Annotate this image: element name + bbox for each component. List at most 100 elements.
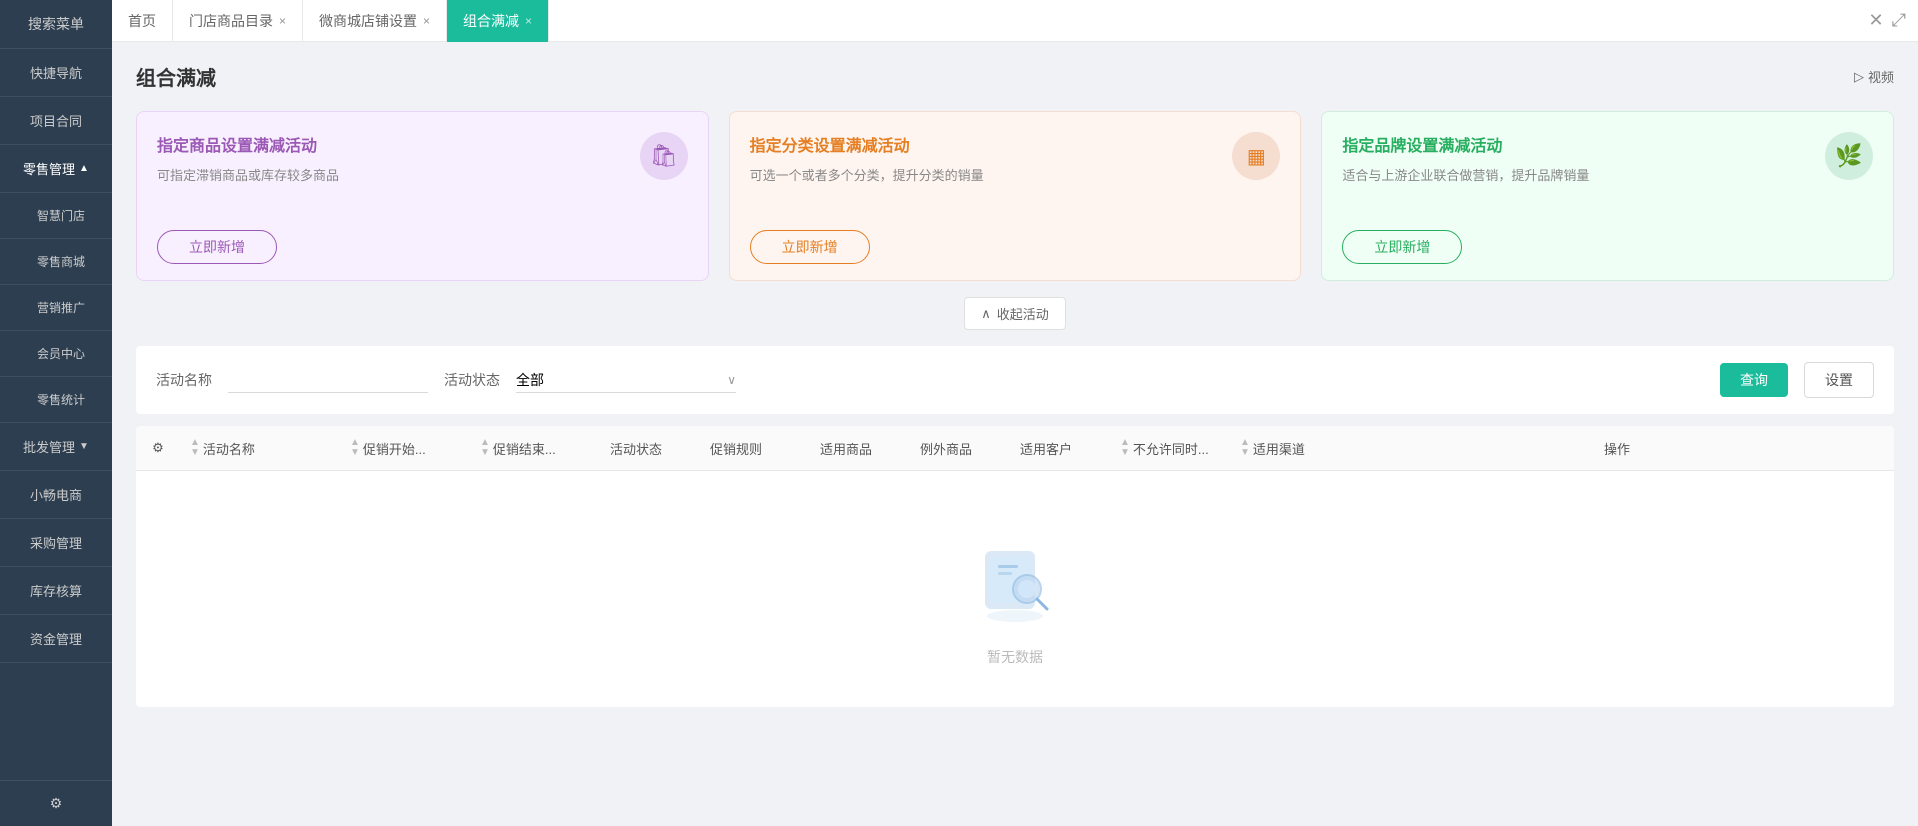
sidebar-item-finance[interactable]: 资金管理 xyxy=(0,615,112,663)
product-card-add-button[interactable]: 立即新增 xyxy=(157,230,277,264)
sidebar-item-xiaochangec[interactable]: 小畅电商 xyxy=(0,471,112,519)
sidebar-item-label: 批发管理 xyxy=(23,437,75,456)
sidebar-item-label: 库存核算 xyxy=(30,581,82,600)
th-start[interactable]: ▲▼ 促销开始... xyxy=(340,438,470,458)
sidebar-item-purchase-mgmt[interactable]: 采购管理 xyxy=(0,519,112,567)
product-card-desc: 可指定滞销商品或库存较多商品 xyxy=(157,166,688,187)
th-name-label: 活动名称 xyxy=(203,439,255,458)
th-customer-label: 适用客户 xyxy=(1020,439,1072,458)
brand-card-add-button[interactable]: 立即新增 xyxy=(1342,230,1462,264)
tab-wechat-store[interactable]: 微商城店铺设置 × xyxy=(303,0,447,42)
tab-product-catalog-close[interactable]: × xyxy=(279,0,286,42)
page-title: 组合满减 xyxy=(136,62,216,91)
tab-combo-discount-label: 组合满减 xyxy=(463,0,519,42)
th-status-label: 活动状态 xyxy=(610,439,662,458)
table-header: ⚙ ▲▼ 活动名称 ▲▼ 促销开始... ▲▼ 促销结束... 活动状态 xyxy=(136,426,1894,471)
sort-icon: ▲▼ xyxy=(190,438,200,458)
sidebar-item-retail-mall[interactable]: 零售商城 xyxy=(0,239,112,285)
tab-combo-discount-close[interactable]: × xyxy=(525,0,532,42)
tab-home-label: 首页 xyxy=(128,0,156,42)
category-card-desc: 可选一个或者多个分类，提升分类的销量 xyxy=(750,166,1281,187)
tab-wechat-store-close[interactable]: × xyxy=(423,0,430,42)
sidebar-item-label: 零售统计 xyxy=(37,391,85,408)
brand-card-desc: 适合与上游企业联合做营销，提升品牌销量 xyxy=(1342,166,1873,187)
th-notallow-label: 不允许同时... xyxy=(1133,439,1209,458)
sidebar-item-project-contract[interactable]: 项目合同 xyxy=(0,97,112,145)
video-link[interactable]: ▷ 视频 xyxy=(1854,67,1894,86)
tab-bar: 首页 门店商品目录 × 微商城店铺设置 × 组合满减 × ✕ ⤢ xyxy=(112,0,1918,42)
sidebar-item-marketing[interactable]: 营销推广 xyxy=(0,285,112,331)
sidebar-search[interactable]: 搜索菜单 xyxy=(0,0,112,49)
sidebar-item-retail-mgmt[interactable]: 零售管理 ▲ xyxy=(0,145,112,193)
card-by-brand: 🌿 指定品牌设置满减活动 适合与上游企业联合做营销，提升品牌销量 立即新增 xyxy=(1321,111,1894,281)
activity-status-select[interactable]: 全部 进行中 未开始 已结束 xyxy=(516,368,727,392)
sidebar-item-quick-nav[interactable]: 快捷导航 xyxy=(0,49,112,97)
video-label: 视频 xyxy=(1868,67,1894,86)
th-gear[interactable]: ⚙ xyxy=(136,440,180,456)
activity-name-input[interactable] xyxy=(228,368,428,393)
sidebar-item-wholesale-mgmt[interactable]: 批发管理 ▼ xyxy=(0,423,112,471)
chevron-up-icon: ▲ xyxy=(79,163,89,174)
th-goods-label: 适用商品 xyxy=(820,439,872,458)
sidebar-settings-button[interactable]: ⚙ xyxy=(0,780,112,826)
page-content: 组合满减 ▷ 视频 🛍 指定商品设置满减活动 可指定滞销商品或库存较多商品 立即… xyxy=(112,42,1918,826)
empty-text: 暂无数据 xyxy=(987,647,1043,667)
sidebar-item-label: 零售管理 xyxy=(23,159,75,178)
empty-icon xyxy=(965,531,1065,631)
sidebar-item-member-center[interactable]: 会员中心 xyxy=(0,331,112,377)
sidebar-item-label: 项目合同 xyxy=(30,111,82,130)
th-goods: 适用商品 xyxy=(810,439,910,458)
sort-icon: ▲▼ xyxy=(1120,438,1130,458)
sort-icon: ▲▼ xyxy=(1240,438,1250,458)
collapse-label: 收起活动 xyxy=(997,304,1049,323)
category-card-add-button[interactable]: 立即新增 xyxy=(750,230,870,264)
tab-home[interactable]: 首页 xyxy=(112,0,173,42)
query-button[interactable]: 查询 xyxy=(1720,363,1788,397)
collapse-activities-button[interactable]: ∧ 收起活动 xyxy=(964,297,1066,330)
tab-wechat-store-label: 微商城店铺设置 xyxy=(319,0,417,42)
close-icon[interactable]: ✕ xyxy=(1869,10,1884,31)
collapse-bar: ∧ 收起活动 xyxy=(136,297,1894,330)
collapse-icon: ∧ xyxy=(981,306,991,322)
th-customer: 适用客户 xyxy=(1010,439,1110,458)
sidebar-item-label: 零售商城 xyxy=(37,253,85,270)
main-area: 首页 门店商品目录 × 微商城店铺设置 × 组合满减 × ✕ ⤢ 组合满减 ▷ … xyxy=(112,0,1918,826)
th-end-label: 促销结束... xyxy=(493,439,556,458)
chevron-down-icon: ▼ xyxy=(79,441,89,452)
maximize-icon[interactable]: ⤢ xyxy=(1892,10,1906,31)
category-card-icon: ▦ xyxy=(1232,132,1280,180)
gear-icon: ⚙ xyxy=(50,795,63,811)
activity-status-select-wrapper: 全部 进行中 未开始 已结束 ∨ xyxy=(516,368,736,393)
sidebar-item-label: 智慧门店 xyxy=(37,207,85,224)
sidebar-item-inventory[interactable]: 库存核算 xyxy=(0,567,112,615)
product-card-title: 指定商品设置满减活动 xyxy=(157,132,688,156)
filter-row: 活动名称 活动状态 全部 进行中 未开始 已结束 ∨ 查询 设置 xyxy=(136,346,1894,414)
chevron-down-icon: ∨ xyxy=(727,373,736,387)
card-by-category: ▦ 指定分类设置满减活动 可选一个或者多个分类，提升分类的销量 立即新增 xyxy=(729,111,1302,281)
cards-row: 🛍 指定商品设置满减活动 可指定滞销商品或库存较多商品 立即新增 ▦ 指定分类设… xyxy=(136,111,1894,281)
sidebar-item-label: 小畅电商 xyxy=(30,485,82,504)
sidebar: 搜索菜单 快捷导航 项目合同 零售管理 ▲ 智慧门店 零售商城 营销推广 会员中… xyxy=(0,0,112,826)
sidebar-item-label: 资金管理 xyxy=(30,629,82,648)
activity-status-label: 活动状态 xyxy=(444,370,500,390)
th-name[interactable]: ▲▼ 活动名称 xyxy=(180,438,340,458)
th-notallow[interactable]: ▲▼ 不允许同时... xyxy=(1110,438,1230,458)
settings-button[interactable]: 设置 xyxy=(1804,362,1874,398)
th-rule: 促销规则 xyxy=(700,439,810,458)
sort-icon: ▲▼ xyxy=(350,438,360,458)
th-channel[interactable]: ▲▼ 适用渠道 xyxy=(1230,438,1340,458)
card-by-product: 🛍 指定商品设置满减活动 可指定滞销商品或库存较多商品 立即新增 xyxy=(136,111,709,281)
sidebar-item-label: 营销推广 xyxy=(37,299,85,316)
gear-icon: ⚙ xyxy=(152,440,164,456)
tab-product-catalog[interactable]: 门店商品目录 × xyxy=(173,0,303,42)
sidebar-item-retail-stats[interactable]: 零售统计 xyxy=(0,377,112,423)
sidebar-item-smart-store[interactable]: 智慧门店 xyxy=(0,193,112,239)
tab-combo-discount[interactable]: 组合满减 × xyxy=(447,0,549,42)
activity-name-label: 活动名称 xyxy=(156,370,212,390)
th-start-label: 促销开始... xyxy=(363,439,426,458)
tab-product-catalog-label: 门店商品目录 xyxy=(189,0,273,42)
sidebar-item-label: 采购管理 xyxy=(30,533,82,552)
th-end[interactable]: ▲▼ 促销结束... xyxy=(470,438,600,458)
brand-card-title: 指定品牌设置满减活动 xyxy=(1342,132,1873,156)
th-except: 例外商品 xyxy=(910,439,1010,458)
